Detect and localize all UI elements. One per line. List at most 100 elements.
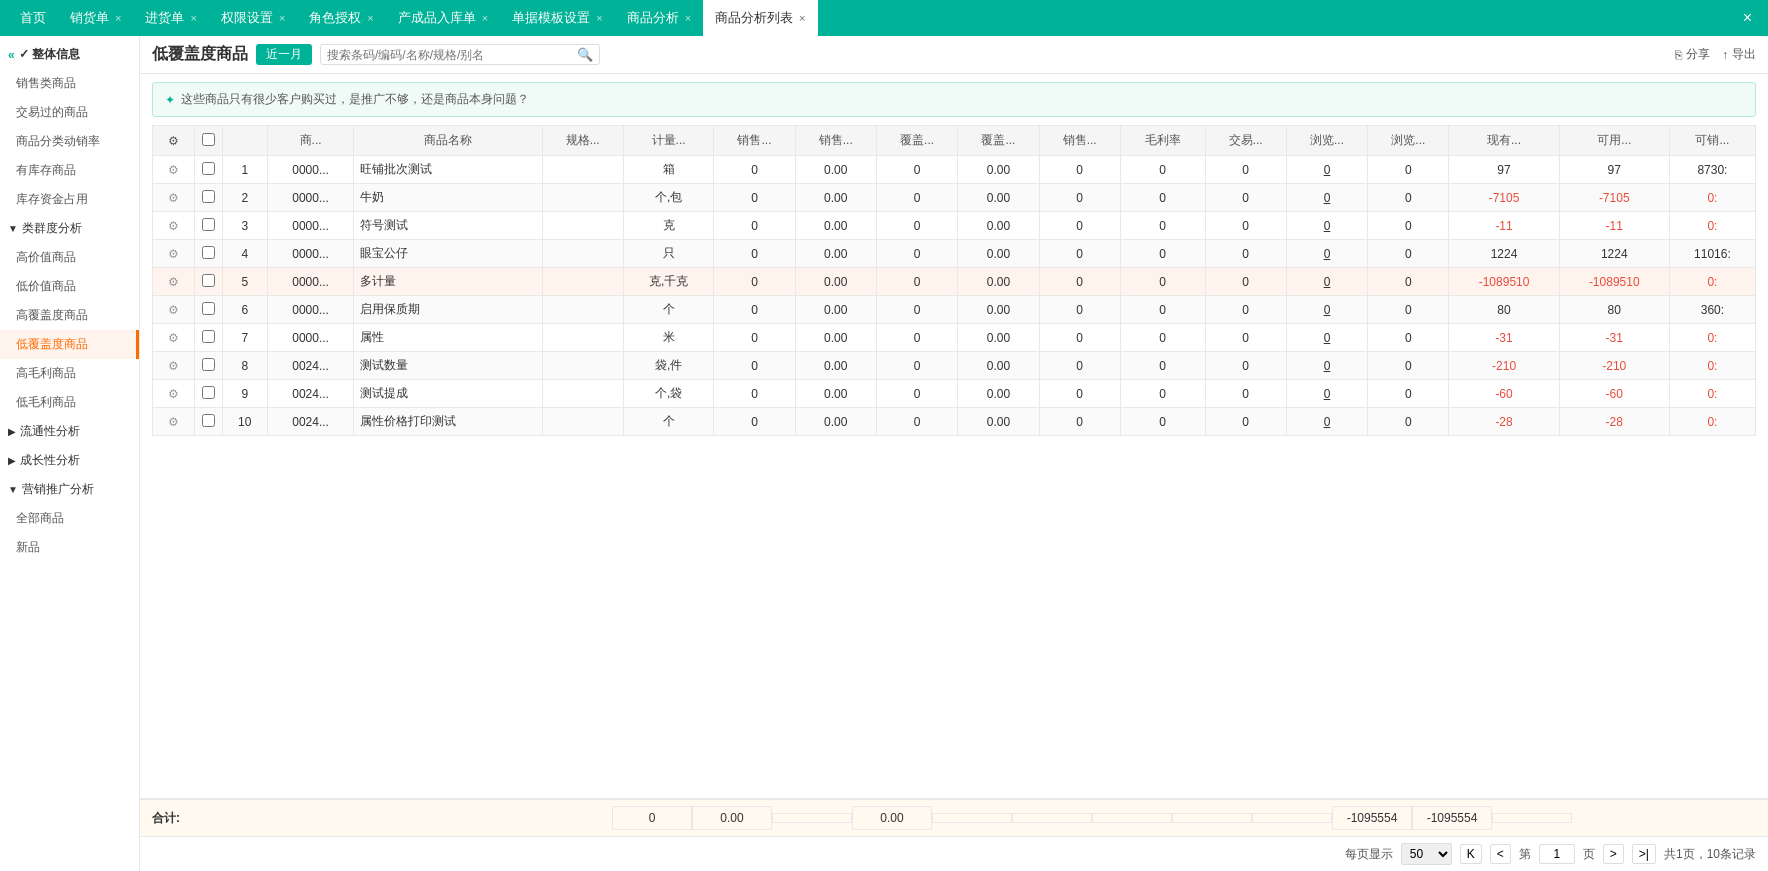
cover-qty-col-header[interactable]: 覆盖... [876, 126, 957, 156]
row-browse-cnt[interactable]: 0 [1286, 268, 1367, 296]
settings-cell[interactable]: ⚙ [153, 240, 195, 268]
prev-page-btn[interactable]: < [1490, 844, 1511, 864]
close-permission-tab[interactable]: × [279, 12, 285, 24]
row-checkbox-cell[interactable] [194, 156, 222, 184]
settings-cell[interactable]: ⚙ [153, 380, 195, 408]
page-input[interactable] [1539, 844, 1575, 864]
share-btn[interactable]: ⎘ 分享 [1675, 46, 1710, 63]
row-checkbox[interactable] [202, 358, 215, 371]
stock-avail-col-header[interactable]: 可用... [1559, 126, 1669, 156]
close-template-tab[interactable]: × [596, 12, 602, 24]
nav-tab-analysis[interactable]: 商品分析 × [615, 0, 703, 36]
name-col-header[interactable]: 商品名称 [354, 126, 543, 156]
row-checkbox[interactable] [202, 218, 215, 231]
first-page-btn[interactable]: K [1460, 844, 1482, 864]
sidebar-section-flow-analysis[interactable]: ▶ 流通性分析 [0, 417, 139, 446]
last-page-btn[interactable]: >| [1632, 844, 1656, 864]
sidebar-item-all-products[interactable]: 全部商品 [0, 504, 139, 533]
date-filter-btn[interactable]: 近一月 [256, 44, 312, 65]
unit-col-header[interactable]: 计量... [623, 126, 714, 156]
row-checkbox[interactable] [202, 190, 215, 203]
browse2-col-header[interactable]: 浏览... [1368, 126, 1449, 156]
sidebar-item-traded-products[interactable]: 交易过的商品 [0, 98, 139, 127]
sidebar-item-capital[interactable]: 库存资金占用 [0, 185, 139, 214]
sidebar-item-low-margin[interactable]: 低毛利商品 [0, 388, 139, 417]
trade-cnt-col-header[interactable]: 交易... [1205, 126, 1286, 156]
nav-tab-production[interactable]: 产成品入库单 × [386, 0, 500, 36]
export-btn[interactable]: ↑ 导出 [1722, 46, 1756, 63]
close-analysis-list-tab[interactable]: × [799, 12, 805, 24]
row-browse-cnt[interactable]: 0 [1286, 352, 1367, 380]
collapse-sidebar-btn[interactable]: « [8, 48, 15, 62]
close-analysis-tab[interactable]: × [685, 12, 691, 24]
close-sales-tab[interactable]: × [115, 12, 121, 24]
nav-tab-home[interactable]: 首页 [8, 0, 58, 36]
nav-tab-permission[interactable]: 权限设置 × [209, 0, 297, 36]
stock-cur-col-header[interactable]: 现有... [1449, 126, 1559, 156]
row-browse-cnt[interactable]: 0 [1286, 324, 1367, 352]
settings-cell[interactable]: ⚙ [153, 212, 195, 240]
sidebar-item-sales-products[interactable]: 销售类商品 [0, 69, 139, 98]
sidebar-section-growth-analysis[interactable]: ▶ 成长性分析 [0, 446, 139, 475]
select-all-checkbox[interactable] [202, 133, 215, 146]
nav-tab-analysis-list[interactable]: 商品分析列表 × [703, 0, 817, 36]
close-all-tabs[interactable]: × [1735, 9, 1760, 27]
sidebar-item-stock-products[interactable]: 有库存商品 [0, 156, 139, 185]
sidebar-section-group-analysis[interactable]: ▼ 类群度分析 [0, 214, 139, 243]
row-browse-cnt[interactable]: 0 [1286, 212, 1367, 240]
search-input[interactable] [327, 48, 577, 62]
row-checkbox[interactable] [202, 330, 215, 343]
close-role-tab[interactable]: × [367, 12, 373, 24]
row-checkbox-cell[interactable] [194, 296, 222, 324]
nav-tab-role[interactable]: 角色授权 × [297, 0, 385, 36]
row-browse-cnt[interactable]: 0 [1286, 184, 1367, 212]
spec-col-header[interactable]: 规格... [542, 126, 623, 156]
settings-cell[interactable]: ⚙ [153, 184, 195, 212]
sales-qty-col-header[interactable]: 销售... [714, 126, 795, 156]
sidebar-section-marketing-analysis[interactable]: ▼ 营销推广分析 [0, 475, 139, 504]
row-checkbox[interactable] [202, 386, 215, 399]
sidebar-item-category-rate[interactable]: 商品分类动销率 [0, 127, 139, 156]
row-browse-cnt[interactable]: 0 [1286, 408, 1367, 436]
sales-amt-col-header[interactable]: 销售... [795, 126, 876, 156]
settings-cell[interactable]: ⚙ [153, 296, 195, 324]
row-checkbox[interactable] [202, 246, 215, 259]
sidebar-header-overview[interactable]: « ✓ 整体信息 [0, 40, 139, 69]
row-browse-cnt[interactable]: 0 [1286, 156, 1367, 184]
sales-days-col-header[interactable]: 销售... [1039, 126, 1120, 156]
sidebar-item-high-coverage[interactable]: 高覆盖度商品 [0, 301, 139, 330]
row-browse-cnt[interactable]: 0 [1286, 380, 1367, 408]
cover-rate-col-header[interactable]: 覆盖... [958, 126, 1039, 156]
code-col-header[interactable]: 商... [268, 126, 354, 156]
row-checkbox[interactable] [202, 162, 215, 175]
row-browse-cnt[interactable]: 0 [1286, 296, 1367, 324]
browse-cnt-col-header[interactable]: 浏览... [1286, 126, 1367, 156]
settings-cell[interactable]: ⚙ [153, 156, 195, 184]
row-checkbox-cell[interactable] [194, 324, 222, 352]
row-checkbox-cell[interactable] [194, 380, 222, 408]
row-checkbox[interactable] [202, 302, 215, 315]
sidebar-item-high-margin[interactable]: 高毛利商品 [0, 359, 139, 388]
row-checkbox-cell[interactable] [194, 352, 222, 380]
settings-cell[interactable]: ⚙ [153, 268, 195, 296]
sidebar-item-low-value[interactable]: 低价值商品 [0, 272, 139, 301]
row-checkbox-cell[interactable] [194, 184, 222, 212]
settings-cell[interactable]: ⚙ [153, 324, 195, 352]
stock-sale-col-header[interactable]: 可销... [1669, 126, 1755, 156]
nav-tab-purchase[interactable]: 进货单 × [133, 0, 208, 36]
search-icon[interactable]: 🔍 [577, 47, 593, 62]
gross-rate-col-header[interactable]: 毛利率 [1120, 126, 1205, 156]
row-checkbox-cell[interactable] [194, 408, 222, 436]
row-checkbox[interactable] [202, 274, 215, 287]
row-checkbox-cell[interactable] [194, 240, 222, 268]
nav-tab-template[interactable]: 单据模板设置 × [500, 0, 614, 36]
sidebar-item-low-coverage[interactable]: 低覆盖度商品 [0, 330, 139, 359]
row-browse-cnt[interactable]: 0 [1286, 240, 1367, 268]
settings-cell[interactable]: ⚙ [153, 352, 195, 380]
row-checkbox[interactable] [202, 414, 215, 427]
sidebar-item-new-products[interactable]: 新品 [0, 533, 139, 562]
page-size-select[interactable]: 50 20 100 [1401, 843, 1452, 865]
row-checkbox-cell[interactable] [194, 268, 222, 296]
next-page-btn[interactable]: > [1603, 844, 1624, 864]
sidebar-item-high-value[interactable]: 高价值商品 [0, 243, 139, 272]
